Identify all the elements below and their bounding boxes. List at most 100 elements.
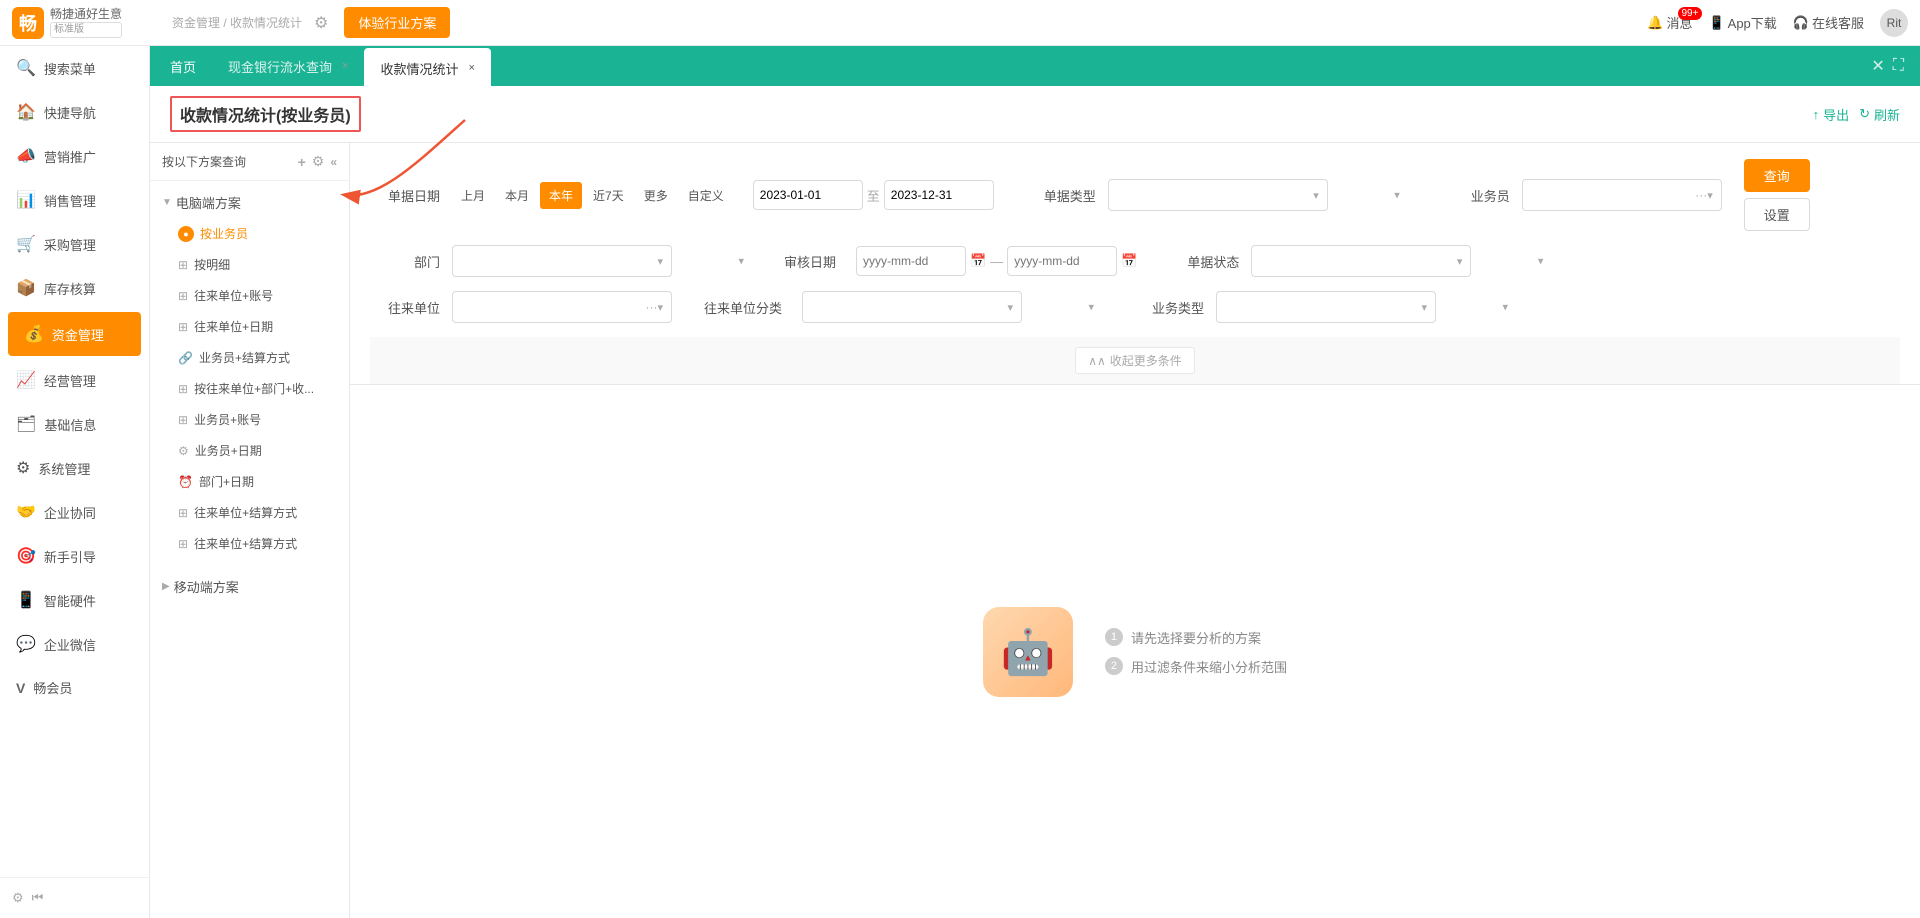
partner-select[interactable]: ··· ▾ bbox=[452, 291, 672, 323]
filter-row-dept: 部门 ▾ 审核日期 📅 — bbox=[370, 245, 1900, 277]
close-window-icon[interactable]: ✕ bbox=[1871, 56, 1884, 76]
user-avatar[interactable]: Rit bbox=[1880, 9, 1908, 37]
vip-icon: V bbox=[16, 680, 25, 696]
collapse-button[interactable]: ∧∧ 收起更多条件 bbox=[1075, 347, 1195, 374]
sidebar-item-hardware[interactable]: 📱 智能硬件 bbox=[0, 578, 149, 622]
tab-home[interactable]: 首页 bbox=[154, 46, 212, 86]
sidebar-item-operations[interactable]: 📈 经营管理 bbox=[0, 358, 149, 402]
sidebar-item-label: 企业协同 bbox=[44, 503, 96, 522]
date-tab-7days[interactable]: 近7天 bbox=[584, 182, 633, 209]
date-tab-last-month[interactable]: 上月 bbox=[452, 182, 494, 209]
partner-more-icon[interactable]: ··· bbox=[645, 300, 657, 314]
review-date-to-cal-icon[interactable]: 📅 bbox=[1121, 253, 1137, 269]
scheme-group-mobile-header[interactable]: ▶ 移动端方案 bbox=[150, 571, 349, 602]
notification-button[interactable]: 🔔 消息 99+ bbox=[1647, 13, 1692, 32]
scheme-item-unit-settlement2[interactable]: ⊞ 往来单位+结算方式 bbox=[150, 528, 349, 559]
scheme-item-label: 按明细 bbox=[194, 256, 230, 273]
partner-category-label: 往来单位分类 bbox=[704, 298, 790, 317]
inventory-icon: 📦 bbox=[16, 278, 36, 298]
export-button[interactable]: ↑ 导出 bbox=[1813, 105, 1850, 124]
doc-type-select[interactable]: ▾ bbox=[1108, 179, 1328, 211]
sidebar-bottom: ⚙ ⏮ bbox=[0, 877, 149, 918]
review-date-from-input[interactable] bbox=[856, 246, 966, 276]
sidebar-item-sales[interactable]: 📊 销售管理 bbox=[0, 178, 149, 222]
sidebar-item-quick-nav[interactable]: 🏠 快捷导航 bbox=[0, 90, 149, 134]
trial-button[interactable]: 体验行业方案 bbox=[344, 7, 450, 38]
sidebar-item-weixin[interactable]: 💬 企业微信 bbox=[0, 622, 149, 666]
top-right-area: 🔔 消息 99+ 📱 App下载 🎧 在线客服 Rit bbox=[1647, 9, 1908, 37]
unit-settlement1-icon: ⊞ bbox=[178, 506, 188, 520]
online-service-btn[interactable]: 🎧 在线客服 bbox=[1793, 13, 1864, 32]
scheme-item-unit-settlement1[interactable]: ⊞ 往来单位+结算方式 bbox=[150, 497, 349, 528]
guide-icon: 🎯 bbox=[16, 546, 36, 566]
scheme-item-by-detail[interactable]: ⊞ 按明细 bbox=[150, 249, 349, 280]
partner-category-select[interactable]: ▾ bbox=[802, 291, 1022, 323]
desktop-group-label: 电脑端方案 bbox=[176, 193, 241, 212]
sidebar-item-label: 基础信息 bbox=[44, 415, 96, 434]
tab-bank-close[interactable]: × bbox=[342, 60, 348, 72]
date-to-input[interactable] bbox=[884, 180, 994, 210]
query-button[interactable]: 查询 bbox=[1744, 159, 1810, 192]
dept-select[interactable]: ▾ bbox=[452, 245, 672, 277]
scheme-settings-icon[interactable]: ⚙ bbox=[312, 153, 325, 170]
sidebar-item-vip[interactable]: V 畅会员 bbox=[0, 666, 149, 709]
sidebar-item-guide[interactable]: 🎯 新手引导 bbox=[0, 534, 149, 578]
scheme-group-desktop-header[interactable]: ▼ 电脑端方案 bbox=[150, 187, 349, 218]
scheme-item-label: 业务员+日期 bbox=[195, 442, 262, 459]
review-date-to-input[interactable] bbox=[1007, 246, 1117, 276]
tab-bank-label: 现金银行流水查询 bbox=[228, 57, 332, 76]
marketing-icon: 📣 bbox=[16, 146, 36, 166]
scheme-item-unit-dept[interactable]: ⊞ 按往来单位+部门+收... bbox=[150, 373, 349, 404]
set-button[interactable]: 设置 bbox=[1744, 198, 1810, 231]
sidebar-item-corp[interactable]: 🤝 企业协同 bbox=[0, 490, 149, 534]
sidebar-item-inventory[interactable]: 📦 库存核算 bbox=[0, 266, 149, 310]
sidebar-item-label: 畅会员 bbox=[33, 678, 72, 697]
unit-settlement2-icon: ⊞ bbox=[178, 537, 188, 551]
sidebar-item-finance[interactable]: 💰 资金管理 bbox=[8, 312, 141, 356]
quick-nav-icon: 🏠 bbox=[16, 102, 36, 122]
dept-label: 部门 bbox=[370, 252, 440, 271]
salesperson-account-icon: ⊞ bbox=[178, 413, 188, 427]
empty-illustration: 🤖 bbox=[983, 607, 1073, 697]
tab-receipt-close[interactable]: × bbox=[468, 62, 474, 74]
review-date-separator: — bbox=[990, 254, 1003, 269]
date-tab-this-month[interactable]: 本月 bbox=[496, 182, 538, 209]
sidebar-item-label: 企业微信 bbox=[44, 635, 96, 654]
doc-status-chevron: ▾ bbox=[1457, 255, 1463, 268]
scheme-item-salesperson-date[interactable]: ⚙ 业务员+日期 bbox=[150, 435, 349, 466]
sidebar-collapse-icon[interactable]: ⏮ bbox=[32, 890, 44, 906]
sidebar-item-basic[interactable]: 🗂 基础信息 bbox=[0, 402, 149, 446]
scheme-item-label: 按往来单位+部门+收... bbox=[194, 380, 314, 397]
biz-type-select[interactable]: ▾ bbox=[1216, 291, 1436, 323]
expand-window-icon[interactable]: ⛶ bbox=[1893, 57, 1904, 75]
sidebar-item-search-menu[interactable]: 🔍 搜索菜单 bbox=[0, 46, 149, 90]
more-dots-icon[interactable]: ··· bbox=[1695, 188, 1707, 202]
scheme-item-unit-date[interactable]: ⊞ 往来单位+日期 bbox=[150, 311, 349, 342]
app-download-btn[interactable]: 📱 App下载 bbox=[1708, 13, 1776, 32]
scheme-item-by-salesperson[interactable]: ● 按业务员 bbox=[150, 218, 349, 249]
sidebar-settings-icon[interactable]: ⚙ bbox=[12, 890, 24, 906]
doc-status-select[interactable]: ▾ bbox=[1251, 245, 1471, 277]
tab-bank[interactable]: 现金银行流水查询 × bbox=[212, 46, 364, 86]
scheme-item-salesperson-account[interactable]: ⊞ 业务员+账号 bbox=[150, 404, 349, 435]
scheme-collapse-icon[interactable]: « bbox=[330, 155, 337, 169]
settings-icon-top[interactable]: ⚙ bbox=[314, 13, 328, 33]
date-from-input[interactable] bbox=[753, 180, 863, 210]
review-date-from-cal-icon[interactable]: 📅 bbox=[970, 253, 986, 269]
scheme-item-unit-account[interactable]: ⊞ 往来单位+账号 bbox=[150, 280, 349, 311]
scheme-add-icon[interactable]: + bbox=[298, 154, 306, 170]
date-tab-more[interactable]: 更多 bbox=[635, 182, 677, 209]
purchase-icon: 🛒 bbox=[16, 234, 36, 254]
scheme-item-salesperson-settlement[interactable]: 🔗 业务员+结算方式 bbox=[150, 342, 349, 373]
scheme-item-dept-date[interactable]: ⏰ 部门+日期 bbox=[150, 466, 349, 497]
date-tab-custom[interactable]: 自定义 bbox=[679, 182, 733, 209]
sidebar-item-purchase[interactable]: 🛒 采购管理 bbox=[0, 222, 149, 266]
sidebar-item-marketing[interactable]: 📣 营销推广 bbox=[0, 134, 149, 178]
sidebar-item-system[interactable]: ⚙ 系统管理 bbox=[0, 446, 149, 490]
refresh-button[interactable]: ↻ 刷新 bbox=[1859, 105, 1900, 124]
salesperson-select[interactable]: ··· ▾ bbox=[1522, 179, 1722, 211]
date-tab-this-year[interactable]: 本年 bbox=[540, 182, 582, 209]
sidebar-item-label: 快捷导航 bbox=[44, 103, 96, 122]
tab-receipt[interactable]: 收款情况统计 × bbox=[364, 48, 490, 88]
partner-label: 往来单位 bbox=[370, 298, 440, 317]
